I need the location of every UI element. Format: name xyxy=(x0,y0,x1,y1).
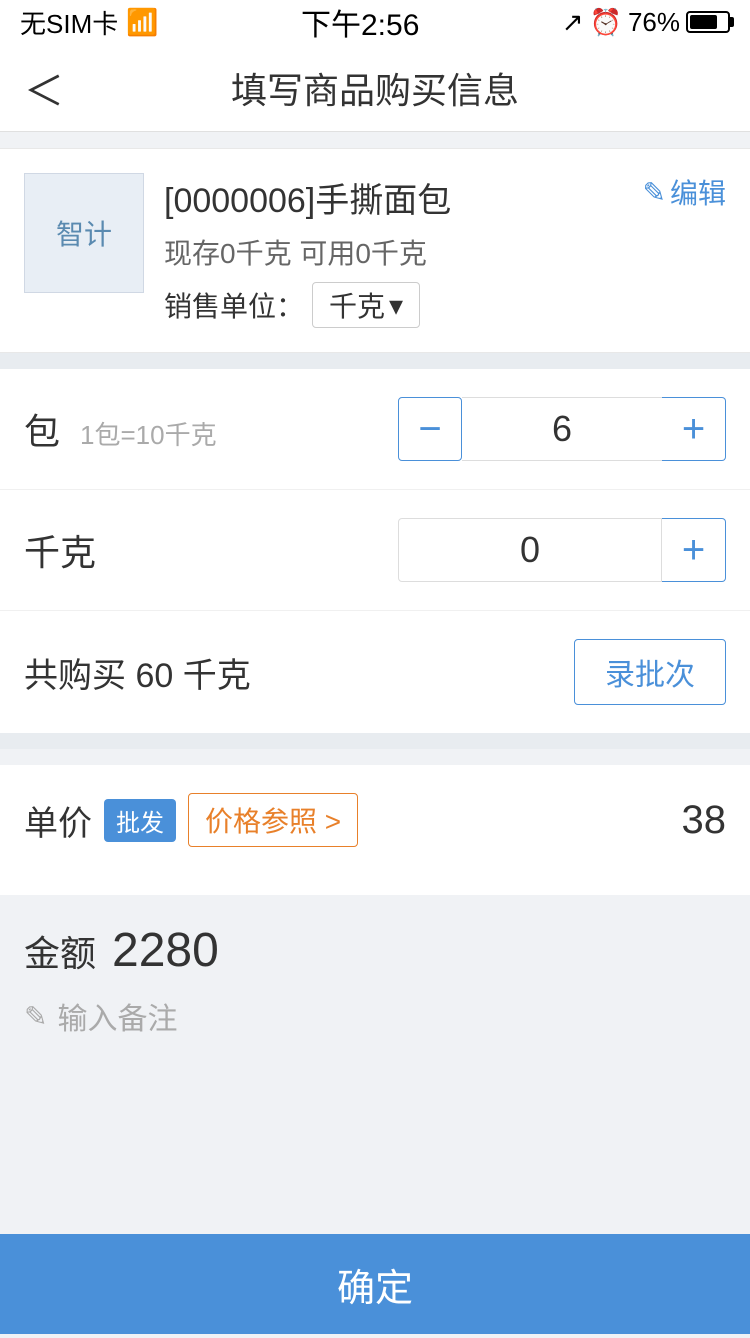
price-tag: 批发 xyxy=(104,799,176,842)
qty-minus-bao[interactable]: − xyxy=(398,397,462,461)
price-ref-button[interactable]: 价格参照 > xyxy=(188,793,358,847)
summary-text: 共购买 60 千克 xyxy=(24,648,251,697)
back-button[interactable]: ＜ xyxy=(24,59,64,117)
product-unit: 销售单位： 千克 ▾ xyxy=(164,282,726,328)
qty-input-bao[interactable] xyxy=(462,397,662,461)
battery-percent: 76% xyxy=(628,7,680,38)
product-logo: 智计 xyxy=(56,213,112,253)
unit-select[interactable]: 千克 ▾ xyxy=(312,282,420,328)
page-title: 填写商品购买信息 xyxy=(231,62,519,114)
qty-input-kg[interactable] xyxy=(398,518,662,582)
edit-label: 编辑 xyxy=(670,172,726,212)
status-right: ↗ ⏰ 76% xyxy=(562,7,730,38)
qty-hint-bao: 1包=10千克 xyxy=(80,420,217,450)
qty-controls-bao: − + xyxy=(398,397,726,461)
unit-label: 销售单位： xyxy=(164,285,304,325)
product-stock: 现存0千克 可用0千克 xyxy=(164,232,726,272)
qty-plus-bao[interactable]: + xyxy=(662,397,726,461)
price-left: 单价 批发 价格参照 > xyxy=(24,793,358,847)
product-image: 智计 xyxy=(24,173,144,293)
carrier-label: 无SIM卡 xyxy=(20,4,118,41)
edit-icon: ✎ xyxy=(643,176,666,209)
remark-placeholder: 输入备注 xyxy=(57,994,177,1038)
qty-plus-kg[interactable]: + xyxy=(662,518,726,582)
product-card-wrapper: 智计 [0000006]手撕面包 现存0千克 可用0千克 销售单位： 千克 ▾ … xyxy=(0,148,750,353)
quantity-row-kg: 千克 + xyxy=(0,490,750,611)
status-left: 无SIM卡 📶 xyxy=(20,4,159,41)
nav-bar: ＜ 填写商品购买信息 xyxy=(0,44,750,132)
edit-button[interactable]: ✎ 编辑 xyxy=(643,172,726,212)
battery-bar xyxy=(686,11,730,33)
location-icon: ↗ xyxy=(562,7,584,38)
status-bar: 无SIM卡 📶 下午2:56 ↗ ⏰ 76% xyxy=(0,0,750,44)
amount-label: 金额 xyxy=(24,925,96,977)
wifi-icon: 📶 xyxy=(126,7,158,38)
price-section: 单价 批发 价格参照 > 38 xyxy=(0,765,750,895)
summary-row: 共购买 60 千克 录批次 xyxy=(0,611,750,733)
price-value: 38 xyxy=(682,798,727,843)
dropdown-icon: ▾ xyxy=(389,289,403,322)
qty-label-bao: 包 1包=10千克 xyxy=(24,403,398,455)
product-card: 智计 [0000006]手撕面包 现存0千克 可用0千克 销售单位： 千克 ▾ … xyxy=(0,148,750,353)
quantity-section: 包 1包=10千克 − + 千克 + xyxy=(0,369,750,611)
confirm-button[interactable]: 确定 xyxy=(0,1234,750,1334)
remark-row[interactable]: ✎ 输入备注 xyxy=(24,994,726,1038)
unit-value: 千克 xyxy=(329,285,385,325)
price-row: 单价 批发 价格参照 > 38 xyxy=(24,793,726,847)
batch-button[interactable]: 录批次 xyxy=(574,639,726,705)
battery-fill xyxy=(690,15,717,29)
qty-unit-kg: 千克 xyxy=(24,532,96,573)
status-time: 下午2:56 xyxy=(301,0,419,44)
alarm-icon: ⏰ xyxy=(590,7,622,38)
remark-pencil-icon: ✎ xyxy=(24,1000,47,1033)
section-divider-1 xyxy=(0,353,750,369)
amount-row: 金额 2280 xyxy=(24,923,726,978)
price-label: 单价 xyxy=(24,796,92,845)
quantity-row-bao: 包 1包=10千克 − + xyxy=(0,369,750,490)
amount-section: 金额 2280 ✎ 输入备注 xyxy=(0,895,750,1058)
section-divider-2 xyxy=(0,733,750,749)
qty-unit-bao: 包 xyxy=(24,411,60,452)
qty-controls-kg: + xyxy=(398,518,726,582)
amount-value: 2280 xyxy=(112,923,219,978)
qty-label-kg: 千克 xyxy=(24,524,398,576)
